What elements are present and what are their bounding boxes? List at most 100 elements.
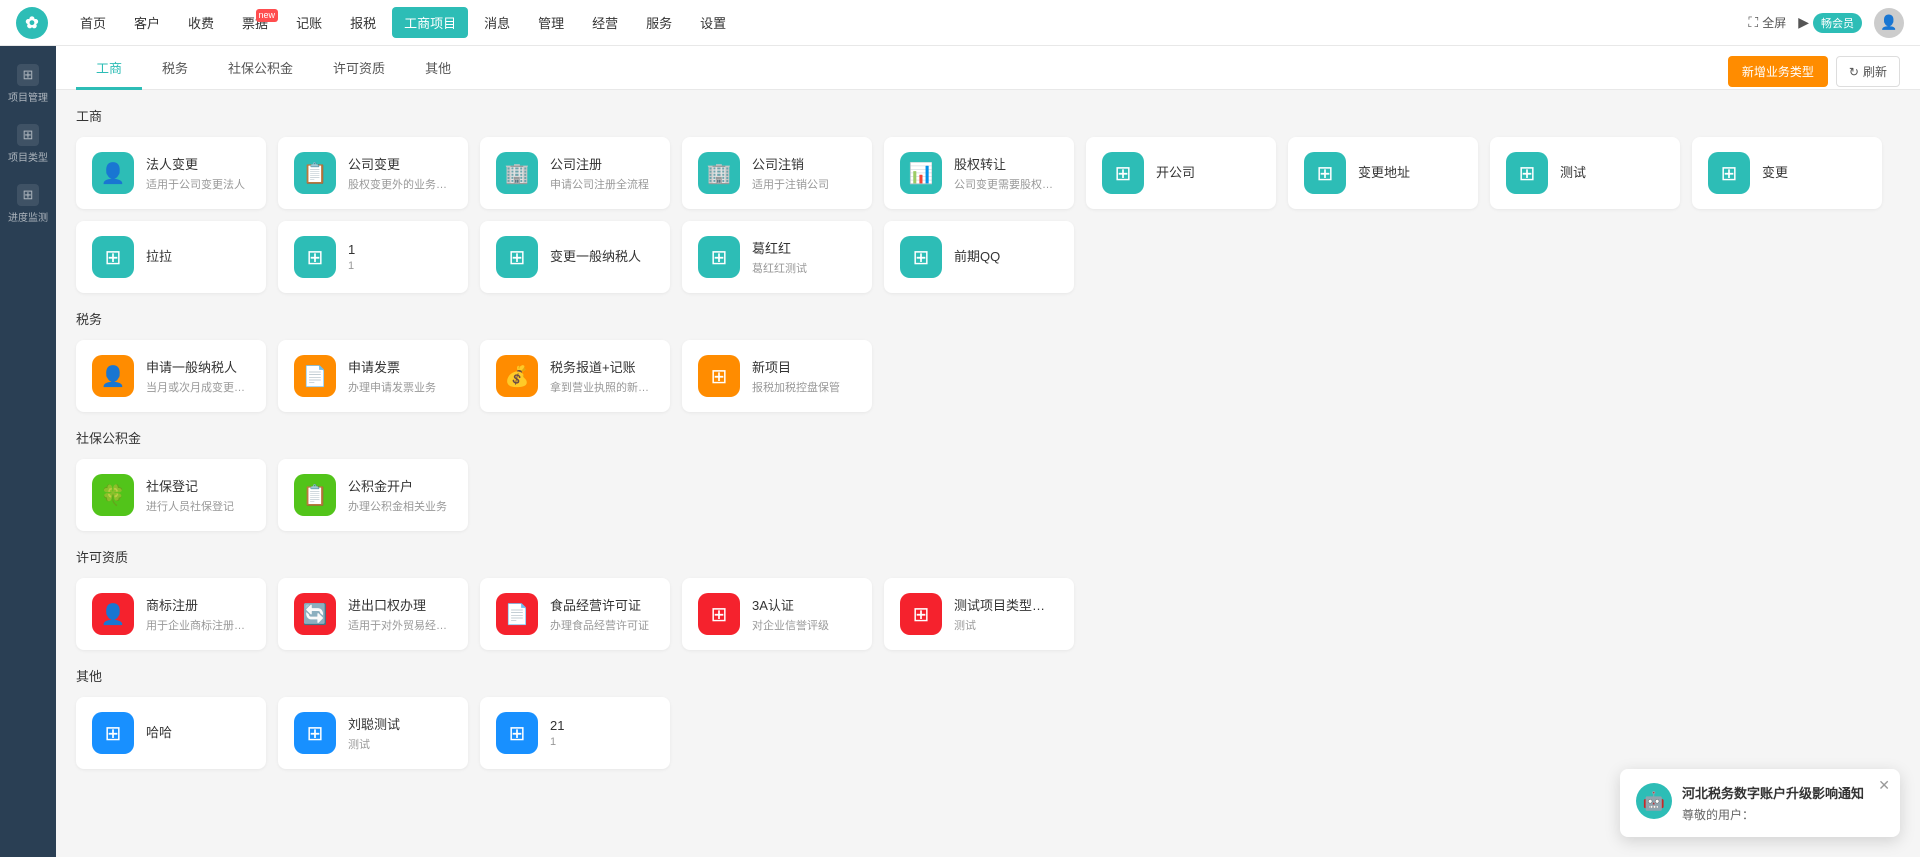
card-icon-tax-report: 💰 [496,355,538,397]
refresh-button[interactable]: ↻ 刷新 [1836,56,1900,87]
nav-management[interactable]: 管理 [526,7,576,38]
card-desc-company-change: 股权变更外的业务变更 [348,176,452,192]
nav-settings[interactable]: 设置 [688,7,738,38]
top-nav: ✿ 首页 客户 收费 票据 new 记账 报税 工商项目 消息 管理 经营 服务… [0,0,1920,46]
vip-button[interactable]: ▶ 畅会员 [1798,13,1862,33]
card-desc-company-cancel: 适用于注销公司 [752,176,856,192]
card-import-export[interactable]: 🔄 进出口权办理 适用于对外贸易经营者 [278,578,468,650]
fullscreen-button[interactable]: ⛶ 全屏 [1748,14,1786,31]
card-icon-early-qq: ⊞ [900,236,942,278]
card-icon-company-change: 📋 [294,152,336,194]
card-change-address[interactable]: ⊞ 变更地址 [1288,137,1478,209]
card-icon-company-register: 🏢 [496,152,538,194]
card-name-social-insurance: 社保登记 [146,476,250,495]
card-icon-trademark: 👤 [92,593,134,635]
card-open-company[interactable]: ⊞ 开公司 [1086,137,1276,209]
card-trademark[interactable]: 👤 商标注册 用于企业商标注册服务 [76,578,266,650]
card-ge-honghong[interactable]: ⊞ 葛红红 葛红红测试 [682,221,872,293]
section-title-business: 工商 [76,106,1900,125]
card-desc-import-export: 适用于对外贸易经营者 [348,617,452,633]
nav-business[interactable]: 工商项目 [392,7,468,38]
card-icon-apply-general-taxpayer: 👤 [92,355,134,397]
tab-tax[interactable]: 税务 [142,48,208,90]
card-icon-change: ⊞ [1708,152,1750,194]
new-badge: new [256,9,279,22]
sidebar: ⊞ 项目管理 ⊞ 项目类型 ⊞ 进度监测 [0,46,56,857]
nav-service[interactable]: 服务 [634,7,684,38]
nav-operations[interactable]: 经营 [580,7,630,38]
card-haha[interactable]: ⊞ 哈哈 [76,697,266,769]
sidebar-item-progress-monitor[interactable]: ⊞ 进度监测 [0,176,56,232]
nav-customers[interactable]: 客户 [122,7,172,38]
card-name-num1: 1 [348,242,452,257]
card-desc-liucong-test: 测试 [348,736,452,752]
tab-business[interactable]: 工商 [76,48,142,90]
nav-messages[interactable]: 消息 [472,7,522,38]
tab-social-insurance[interactable]: 社保公积金 [208,48,313,90]
card-company-cancel[interactable]: 🏢 公司注销 适用于注销公司 [682,137,872,209]
nav-tickets[interactable]: 票据 new [230,7,280,38]
card-company-register[interactable]: 🏢 公司注册 申请公司注册全流程 [480,137,670,209]
card-name-tax-report: 税务报道+记账 [550,357,654,376]
nav-billing[interactable]: 收费 [176,7,226,38]
card-social-insurance[interactable]: 🍀 社保登记 进行人员社保登记 [76,459,266,531]
card-desc-trademark: 用于企业商标注册服务 [146,617,250,633]
sidebar-item-project-management[interactable]: ⊞ 项目管理 [0,56,56,112]
card-desc-legal-change: 适用于公司变更法人 [146,176,250,192]
cards-grid-social: 🍀 社保登记 进行人员社保登记 📋 公积金开户 办理公积金相关业务 [76,459,1900,531]
card-name-haha: 哈哈 [146,722,250,741]
card-icon-company-cancel: 🏢 [698,152,740,194]
card-name-change: 变更 [1762,162,1866,181]
card-icon-change-general-taxpayer: ⊞ [496,236,538,278]
card-name-lala: 拉拉 [146,246,250,265]
nav-tax[interactable]: 报税 [338,7,388,38]
card-tax-report[interactable]: 💰 税务报道+记账 拿到营业执照的新公司 [480,340,670,412]
sidebar-item-project-types[interactable]: ⊞ 项目类型 [0,116,56,172]
card-21[interactable]: ⊞ 21 1 [480,697,670,769]
card-desc-apply-general-taxpayer: 当月或次月成变更完成 [146,379,250,395]
card-liucong-test[interactable]: ⊞ 刘聪测试 测试 [278,697,468,769]
main-content: 工商 税务 社保公积金 许可资质 其他 新增业务类型 ↻ 刷新 工商 👤 法人变… [56,46,1920,857]
card-desc-company-register: 申请公司注册全流程 [550,176,654,192]
card-name-apply-general-taxpayer: 申请一般纳税人 [146,357,250,376]
user-avatar[interactable]: 👤 [1874,8,1904,38]
card-change-general-taxpayer[interactable]: ⊞ 变更一般纳税人 [480,221,670,293]
card-legal-change[interactable]: 👤 法人变更 适用于公司变更法人 [76,137,266,209]
project-types-icon: ⊞ [17,124,39,146]
add-type-button[interactable]: 新增业务类型 [1728,56,1828,87]
nav-bookkeeping[interactable]: 记账 [284,7,334,38]
card-icon-lala: ⊞ [92,236,134,278]
card-3a-cert[interactable]: ⊞ 3A认证 对企业信誉评级 [682,578,872,650]
notification-close-button[interactable]: ✕ [1878,777,1890,794]
card-icon-legal-change: 👤 [92,152,134,194]
card-new-project[interactable]: ⊞ 新项目 报税加税控盘保管 [682,340,872,412]
cards-grid-tax: 👤 申请一般纳税人 当月或次月成变更完成 📄 申请发票 办理申请发票业务 💰 税… [76,340,1900,412]
card-change[interactable]: ⊞ 变更 [1692,137,1882,209]
tab-licenses[interactable]: 许可资质 [313,48,405,90]
card-lala[interactable]: ⊞ 拉拉 [76,221,266,293]
card-desc-equity-transfer: 公司变更需要股权转让 [954,176,1058,192]
card-test-project-type[interactable]: ⊞ 测试项目类型目定义 测试 [884,578,1074,650]
card-early-qq[interactable]: ⊞ 前期QQ [884,221,1074,293]
tab-other[interactable]: 其他 [405,48,471,90]
card-name-21: 21 [550,718,654,733]
card-icon-ge-honghong: ⊞ [698,236,740,278]
notification-title: 河北税务数字账户升级影响通知 [1682,783,1864,802]
card-name-change-address: 变更地址 [1358,162,1462,181]
card-num1[interactable]: ⊞ 1 1 [278,221,468,293]
card-provident-fund[interactable]: 📋 公积金开户 办理公积金相关业务 [278,459,468,531]
card-apply-general-taxpayer[interactable]: 👤 申请一般纳税人 当月或次月成变更完成 [76,340,266,412]
tabs-bar: 工商 税务 社保公积金 许可资质 其他 [56,46,1920,90]
section-title-license: 许可资质 [76,547,1900,566]
card-name-test-project-type: 测试项目类型目定义 [954,595,1058,614]
nav-home[interactable]: 首页 [68,7,118,38]
card-equity-transfer[interactable]: 📊 股权转让 公司变更需要股权转让 [884,137,1074,209]
card-name-early-qq: 前期QQ [954,246,1058,265]
card-icon-provident-fund: 📋 [294,474,336,516]
card-desc-food-license: 办理食品经营许可证 [550,617,654,633]
card-test1[interactable]: ⊞ 测试 [1490,137,1680,209]
card-apply-invoice[interactable]: 📄 申请发票 办理申请发票业务 [278,340,468,412]
card-food-license[interactable]: 📄 食品经营许可证 办理食品经营许可证 [480,578,670,650]
card-company-change[interactable]: 📋 公司变更 股权变更外的业务变更 [278,137,468,209]
notification-subtitle: 尊敬的用户： [1682,806,1864,823]
